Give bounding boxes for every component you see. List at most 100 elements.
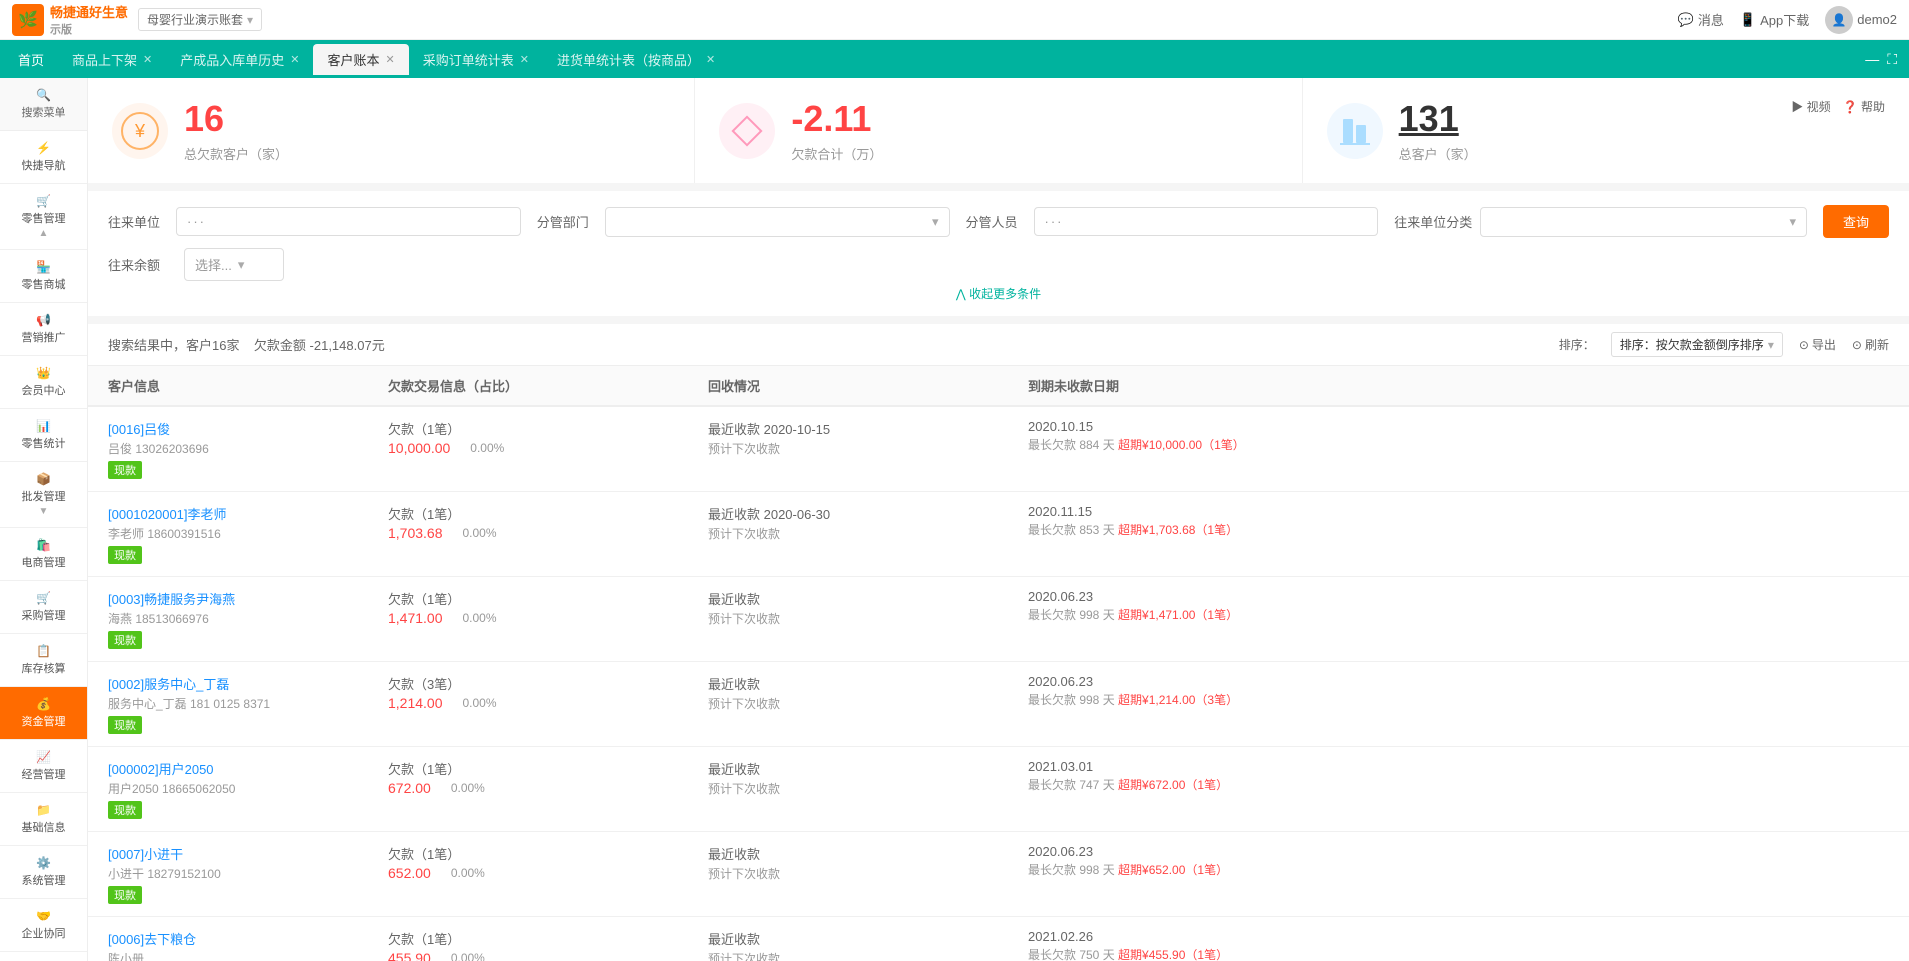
collapse-row[interactable]: ⋀ 收起更多条件 xyxy=(108,285,1889,302)
sidebar-item-search[interactable]: 🔍 搜索菜单 xyxy=(0,78,87,131)
overdue-link[interactable]: 超期¥1,471.00（1笔） xyxy=(1118,608,1238,622)
logo-area: 🌿 畅捷通好生意 示版 xyxy=(12,2,128,37)
debt-ratio: 0.00% xyxy=(451,951,485,961)
sidebar-item-member[interactable]: 👑 会员中心 xyxy=(0,356,87,409)
overdue-days: 最长欠款 747 天 超期¥672.00（1笔） xyxy=(1028,776,1889,793)
total-debt-value: -2.11 xyxy=(791,98,882,140)
card-total-customers: 131 总客户（家） ▶ 视频 ❓ 帮助 xyxy=(1303,78,1909,183)
overdue-link[interactable]: 超期¥10,000.00（1笔） xyxy=(1118,438,1245,452)
overdue-date: 2021.02.26 xyxy=(1028,929,1889,944)
tab-purchase-order[interactable]: 采购订单统计表 ✕ xyxy=(409,44,543,75)
industry-selector[interactable]: 母婴行业演示账套 ▾ xyxy=(138,8,262,31)
debt-ratio: 0.00% xyxy=(470,441,504,455)
repay-info-cell: 最近收款 预计下次收款 xyxy=(708,674,1028,712)
overdue-link[interactable]: 超期¥455.90（1笔） xyxy=(1118,948,1228,961)
sort-select[interactable]: 排序：按欠款金额倒序排序 ▾ xyxy=(1611,332,1783,357)
video-btn[interactable]: ▶ 视频 xyxy=(1791,98,1830,115)
overdue-link[interactable]: 超期¥1,703.68（1笔） xyxy=(1118,523,1238,537)
filter-unit-category: 往来单位分类 ▾ xyxy=(1394,207,1807,237)
overdue-days: 最长欠款 750 天 超期¥455.90（1笔） xyxy=(1028,946,1889,961)
debt-count: 欠款（1笔） xyxy=(388,844,708,863)
repay-next: 预计下次收款 xyxy=(708,780,1028,797)
refresh-btn[interactable]: ⊙ 刷新 xyxy=(1852,336,1889,353)
overdue-cell: 2021.02.26 最长欠款 750 天 超期¥455.90（1笔） xyxy=(1028,929,1889,961)
sidebar-item-retail-mall[interactable]: 🏪 零售商城 xyxy=(0,250,87,303)
sidebar-item-batch-mgmt[interactable]: 📦 批发管理 ▼ xyxy=(0,462,87,528)
filter-person: 分管人员 ··· xyxy=(966,207,1379,236)
message-action[interactable]: 💬 消息 xyxy=(1678,10,1724,29)
close-icon[interactable]: ✕ xyxy=(706,53,715,66)
debt-count: 欠款（3笔） xyxy=(388,674,708,693)
repay-next: 预计下次收款 xyxy=(708,950,1028,961)
overdue-link[interactable]: 超期¥652.00（1笔） xyxy=(1118,863,1228,877)
query-button[interactable]: 查询 xyxy=(1823,205,1889,238)
sidebar-item-basic[interactable]: 📁 基础信息 xyxy=(0,793,87,846)
customer-name[interactable]: [0003]畅捷服务尹海燕 xyxy=(108,589,388,608)
repay-last: 最近收款 xyxy=(708,674,1028,693)
department-select[interactable]: ▾ xyxy=(605,207,950,237)
tab-products[interactable]: 商品上下架 ✕ xyxy=(58,44,166,75)
sidebar-item-purchase[interactable]: 🛒 采购管理 xyxy=(0,581,87,634)
sidebar-item-retail-mgmt[interactable]: 🛒 零售管理 ▲ xyxy=(0,184,87,250)
customer-name[interactable]: [000002]用户2050 xyxy=(108,759,388,778)
repay-last: 最近收款 xyxy=(708,844,1028,863)
tab-home[interactable]: 首页 xyxy=(4,44,58,75)
debt-ratio: 0.00% xyxy=(451,781,485,795)
debt-amount: 672.00 xyxy=(388,780,431,796)
sidebar-item-ops[interactable]: 📈 经营管理 xyxy=(0,740,87,793)
overdue-link[interactable]: 超期¥672.00（1笔） xyxy=(1118,778,1228,792)
debt-ratio: 0.00% xyxy=(463,696,497,710)
repay-last: 最近收款 2020-10-15 xyxy=(708,419,1028,438)
overdue-cell: 2020.10.15 最长欠款 884 天 超期¥10,000.00（1笔） xyxy=(1028,419,1889,453)
user-action[interactable]: 👤 demo2 xyxy=(1825,6,1897,34)
debt-info-cell: 欠款（1笔） 10,000.00 0.00% xyxy=(388,419,708,458)
overdue-date: 2020.06.23 xyxy=(1028,844,1889,859)
customer-tag: 现款 xyxy=(108,716,142,734)
card-icon-debt: ¥ xyxy=(112,103,168,159)
tab-customer-account[interactable]: 客户账本 ✕ xyxy=(313,44,408,75)
debt-amount: 455.90 xyxy=(388,950,431,961)
customer-tag: 现款 xyxy=(108,546,142,564)
sidebar-item-retail-stats[interactable]: 📊 零售统计 xyxy=(0,409,87,462)
export-btn[interactable]: ⊙ 导出 xyxy=(1799,336,1836,353)
close-icon[interactable]: ✕ xyxy=(143,53,152,66)
help-btn[interactable]: ❓ 帮助 xyxy=(1843,98,1885,115)
tab-inbound-stats[interactable]: 进货单统计表（按商品） ✕ xyxy=(543,44,729,75)
close-icon[interactable]: ✕ xyxy=(386,53,395,66)
from-unit-input[interactable]: ··· xyxy=(176,207,521,236)
overdue-date: 2020.06.23 xyxy=(1028,589,1889,604)
customer-name[interactable]: [0001020001]李老师 xyxy=(108,504,388,523)
overdue-link[interactable]: 超期¥1,214.00（3笔） xyxy=(1118,693,1238,707)
close-icon[interactable]: ✕ xyxy=(290,53,299,66)
debt-info-cell: 欠款（1笔） 652.00 0.00% xyxy=(388,844,708,883)
sidebar-item-newbie[interactable]: 🌟 新手引导 xyxy=(0,952,87,961)
tab-production[interactable]: 产成品入库单历史 ✕ xyxy=(166,44,313,75)
customer-name[interactable]: [0007]小进干 xyxy=(108,844,388,863)
filter-department: 分管部门 ▾ xyxy=(537,207,950,237)
customer-name[interactable]: [0002]服务中心_丁磊 xyxy=(108,674,388,693)
sidebar-item-marketing[interactable]: 📢 营销推广 xyxy=(0,303,87,356)
expand-tabs-icon[interactable]: ⛶ xyxy=(1887,51,1897,68)
sidebar-item-ecom[interactable]: 🛍️ 电商管理 xyxy=(0,528,87,581)
customer-name[interactable]: [0016]吕俊 xyxy=(108,419,388,438)
message-icon: 💬 xyxy=(1678,12,1694,28)
unit-category-select[interactable]: ▾ xyxy=(1480,207,1807,237)
app-download-action[interactable]: 📱 App下载 xyxy=(1740,10,1809,29)
customer-info-cell: [0016]吕俊 吕俊 13026203696 现款 xyxy=(108,419,388,479)
export-icon: ⊙ xyxy=(1799,338,1809,352)
customer-name[interactable]: [0006]去下粮仓 xyxy=(108,929,388,948)
sidebar-item-enterprise-collab[interactable]: 🤝 企业协同 xyxy=(0,899,87,952)
sidebar-item-capital[interactable]: 💰 资金管理 xyxy=(0,687,87,740)
sidebar-item-quick-nav[interactable]: ⚡ 快捷导航 xyxy=(0,131,87,184)
page-area: ¥ 16 总欠款客户（家） -2.11 xyxy=(88,78,1909,961)
person-input[interactable]: ··· xyxy=(1034,207,1379,236)
sidebar-item-inventory[interactable]: 📋 库存核算 xyxy=(0,634,87,687)
balance-select[interactable]: 选择... ▾ xyxy=(184,248,284,281)
result-actions: 排序： 排序：按欠款金额倒序排序 ▾ ⊙ 导出 ⊙ 刷新 xyxy=(1559,332,1889,357)
close-icon[interactable]: ✕ xyxy=(520,53,529,66)
overdue-cell: 2020.06.23 最长欠款 998 天 超期¥652.00（1笔） xyxy=(1028,844,1889,878)
overdue-date: 2020.06.23 xyxy=(1028,674,1889,689)
collapse-tabs-icon[interactable]: — xyxy=(1865,51,1879,67)
customer-tag: 现款 xyxy=(108,631,142,649)
sidebar-item-system[interactable]: ⚙️ 系统管理 xyxy=(0,846,87,899)
